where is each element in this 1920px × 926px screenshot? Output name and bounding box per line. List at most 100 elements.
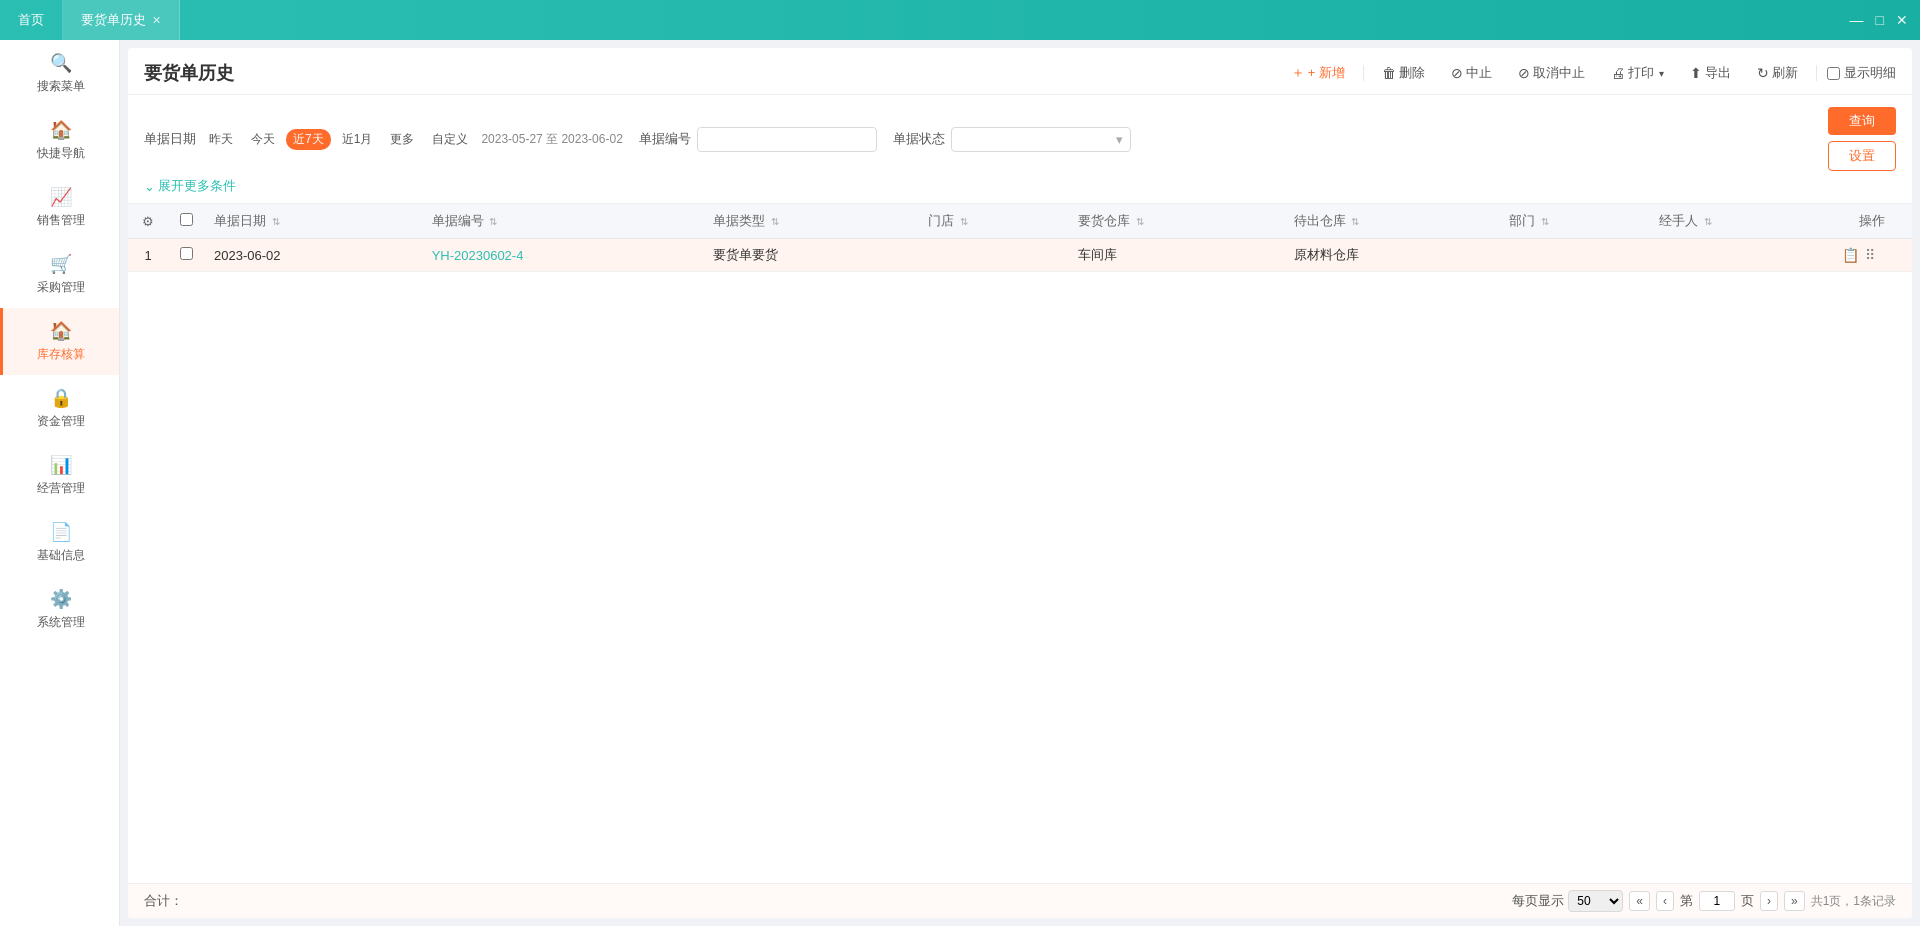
date-btn-today[interactable]: 今天: [244, 129, 282, 150]
page-header: 要货单历史 ＋ + 新增 🗑 删除 ⊘ 中止 ⊘ 取消中止: [128, 48, 1912, 95]
refresh-icon: ↻: [1757, 65, 1769, 81]
col-doc-num-label: 单据编号: [432, 213, 484, 228]
last-page-btn[interactable]: »: [1784, 891, 1805, 911]
stop-icon: ⊘: [1451, 65, 1463, 81]
operations-mgmt-icon: 📊: [50, 454, 72, 476]
col-ops-label: 操作: [1859, 213, 1885, 228]
date-range-text: 2023-05-27 至 2023-06-02: [481, 131, 622, 148]
settings-button[interactable]: 设置: [1828, 141, 1896, 171]
col-doc-type[interactable]: 单据类型 ⇅: [703, 204, 918, 239]
new-button[interactable]: ＋ + 新增: [1283, 60, 1353, 86]
row-dept: [1499, 239, 1649, 272]
page-num-input[interactable]: [1699, 891, 1735, 911]
col-ops: 操作: [1832, 204, 1912, 239]
row-op-edit-icon[interactable]: ⠿: [1865, 247, 1875, 263]
row-checkbox[interactable]: [180, 247, 193, 260]
page-title: 要货单历史: [144, 61, 234, 85]
tab-requisition-history[interactable]: 要货单历史 ✕: [63, 0, 180, 40]
sidebar-item-system-mgmt[interactable]: ⚙️ 系统管理: [0, 576, 119, 643]
date-btn-more[interactable]: 更多: [383, 129, 421, 150]
cancel-stop-button[interactable]: ⊘ 取消中止: [1510, 60, 1593, 86]
close-icon[interactable]: ✕: [1896, 12, 1908, 28]
sales-mgmt-icon: 📈: [50, 186, 72, 208]
sidebar-item-purchase-mgmt[interactable]: 🛒 采购管理: [0, 241, 119, 308]
refresh-button[interactable]: ↻ 刷新: [1749, 60, 1806, 86]
col-doc-num[interactable]: 单据编号 ⇅: [422, 204, 703, 239]
docnum-input[interactable]: [697, 127, 877, 152]
sidebar-item-search-menu[interactable]: 🔍 搜索菜单: [0, 40, 119, 107]
col-doc-type-label: 单据类型: [713, 213, 765, 228]
new-icon: ＋: [1291, 64, 1305, 82]
settings-icon[interactable]: ⚙: [142, 214, 154, 229]
col-store[interactable]: 门店 ⇅: [918, 204, 1068, 239]
basic-info-icon: 📄: [50, 521, 72, 543]
stop-button[interactable]: ⊘ 中止: [1443, 60, 1500, 86]
prev-page-btn[interactable]: ‹: [1656, 891, 1674, 911]
query-button[interactable]: 查询: [1828, 107, 1896, 135]
row-op-view-icon[interactable]: 📋: [1842, 247, 1859, 263]
sidebar-item-quick-nav[interactable]: 🏠 快捷导航: [0, 107, 119, 174]
filter-row-1: 单据日期 昨天 今天 近7天 近1月 更多 自定义 2023-05-27 至 2…: [144, 107, 1896, 171]
date-filter-label: 单据日期: [144, 130, 196, 148]
sidebar-item-operations-mgmt[interactable]: 📊 经营管理: [0, 442, 119, 509]
date-btn-1month[interactable]: 近1月: [335, 129, 380, 150]
per-page-select[interactable]: 50 20 100: [1568, 890, 1623, 912]
header-actions: ＋ + 新增 🗑 删除 ⊘ 中止 ⊘ 取消中止 🖨 打: [1283, 60, 1896, 86]
maximize-icon[interactable]: □: [1876, 12, 1884, 28]
row-store: [918, 239, 1068, 272]
expand-more-label: 展开更多条件: [158, 177, 236, 195]
status-select[interactable]: [951, 127, 1131, 152]
col-settings[interactable]: ⚙: [128, 204, 168, 239]
system-mgmt-icon: ⚙️: [50, 588, 72, 610]
export-button[interactable]: ⬆ 导出: [1682, 60, 1739, 86]
sidebar-item-inventory-calc[interactable]: 🏠 库存核算: [0, 308, 119, 375]
date-btn-custom[interactable]: 自定义: [425, 129, 475, 150]
content-area: 要货单历史 ＋ + 新增 🗑 删除 ⊘ 中止 ⊘ 取消中止: [128, 48, 1912, 918]
delete-label: 删除: [1399, 64, 1425, 82]
table-footer: 合计： 每页显示 50 20 100 « ‹ 第 页 › » 共1页，1条记录: [128, 883, 1912, 918]
col-req-warehouse-label: 要货仓库: [1078, 213, 1130, 228]
divider-1: [1363, 65, 1364, 81]
date-filter-buttons: 昨天 今天 近7天 近1月 更多 自定义: [202, 129, 475, 150]
print-button[interactable]: 🖨 打印 ▾: [1603, 60, 1672, 86]
col-handler[interactable]: 经手人 ⇅: [1649, 204, 1832, 239]
next-page-btn[interactable]: ›: [1760, 891, 1778, 911]
sidebar: 🔍 搜索菜单 🏠 快捷导航 📈 销售管理 🛒 采购管理 🏠 库存核算 🔒 资金管…: [0, 40, 120, 926]
date-btn-7days[interactable]: 近7天: [286, 129, 331, 150]
cancel-stop-icon: ⊘: [1518, 65, 1530, 81]
sidebar-item-sales-mgmt[interactable]: 📈 销售管理: [0, 174, 119, 241]
search-menu-label: 搜索菜单: [37, 78, 85, 95]
status-filter-group: 单据状态: [893, 127, 1131, 152]
minimize-icon[interactable]: —: [1850, 12, 1864, 28]
date-btn-yesterday[interactable]: 昨天: [202, 129, 240, 150]
select-all-checkbox[interactable]: [180, 213, 193, 226]
total-label: 合计：: [144, 892, 183, 910]
sort-doc-type-icon: ⇅: [771, 216, 779, 227]
col-pending-warehouse[interactable]: 待出仓库 ⇅: [1284, 204, 1499, 239]
export-label: 导出: [1705, 64, 1731, 82]
first-page-btn[interactable]: «: [1629, 891, 1650, 911]
col-req-warehouse[interactable]: 要货仓库 ⇅: [1068, 204, 1283, 239]
page-label: 第: [1680, 892, 1693, 910]
tab-home[interactable]: 首页: [0, 0, 63, 40]
col-dept[interactable]: 部门 ⇅: [1499, 204, 1649, 239]
row-doc-num-link[interactable]: YH-20230602-4: [432, 248, 524, 263]
expand-more-btn[interactable]: ⌄ 展开更多条件: [144, 177, 1896, 195]
divider-2: [1816, 65, 1817, 81]
print-icon: 🖨: [1611, 65, 1625, 81]
sidebar-item-basic-info[interactable]: 📄 基础信息: [0, 509, 119, 576]
sidebar-item-capital-mgmt[interactable]: 🔒 资金管理: [0, 375, 119, 442]
print-dropdown-icon: ▾: [1659, 68, 1664, 79]
tab-close-icon[interactable]: ✕: [152, 14, 161, 27]
col-doc-date[interactable]: 单据日期 ⇅: [204, 204, 422, 239]
delete-button[interactable]: 🗑 删除: [1374, 60, 1433, 86]
row-checkbox-cell: [168, 239, 204, 272]
system-mgmt-label: 系统管理: [37, 614, 85, 631]
row-ops: 📋 ⠿: [1832, 239, 1912, 272]
show-detail-checkbox-label[interactable]: 显示明细: [1827, 64, 1896, 82]
row-ops-cell: 📋 ⠿: [1842, 247, 1902, 263]
page-info: 共1页，1条记录: [1811, 893, 1896, 910]
sort-doc-date-icon: ⇅: [272, 216, 280, 227]
tab-requisition-label: 要货单历史: [81, 11, 146, 29]
show-detail-checkbox[interactable]: [1827, 67, 1840, 80]
